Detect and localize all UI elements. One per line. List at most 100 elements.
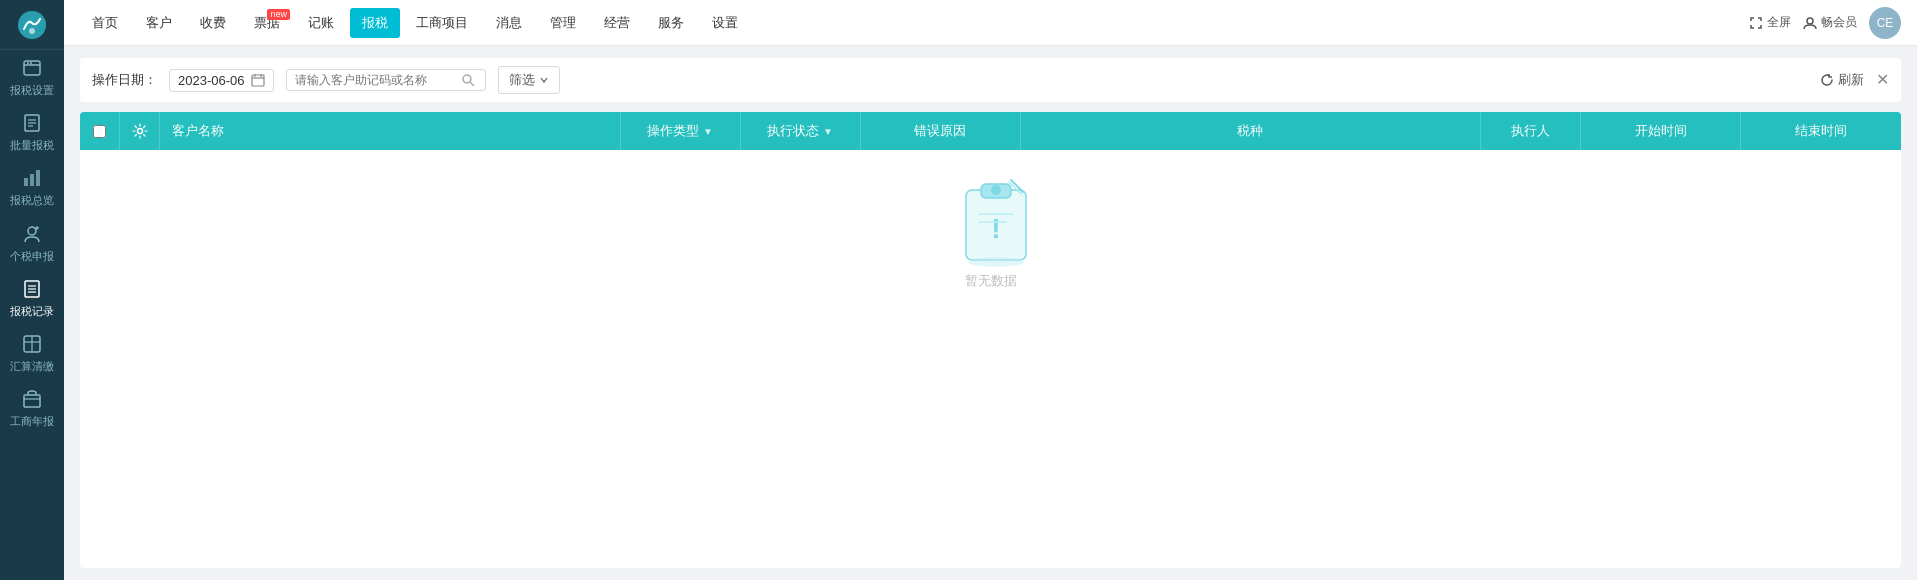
baoshui-shezhi-icon (22, 58, 42, 81)
main-area: 首页 客户 收费 票据 new 记账 报税 工商项目 消息 管理 经营 服务 设… (64, 0, 1917, 580)
op-type-sort-icon: ▼ (703, 126, 713, 137)
sidebar-item-baoshui-jilu[interactable]: 报税记录 (0, 271, 64, 326)
member-button[interactable]: 畅会员 (1803, 14, 1857, 31)
sidebar: 报税设置 批量报税 报税总览 (0, 0, 64, 580)
date-value: 2023-06-06 (178, 73, 245, 88)
sidebar-item-baoshui-zonlan[interactable]: 报税总览 (0, 160, 64, 215)
nav-item-homepage[interactable]: 首页 (80, 8, 130, 38)
sidebar-item-piliang-baoshui[interactable]: 批量报税 (0, 105, 64, 160)
svg-rect-10 (24, 178, 28, 186)
baoshui-zonlan-icon (22, 168, 42, 191)
gongshang-nianbao-icon (22, 389, 42, 412)
th-op-type: 操作类型 ▼ (621, 112, 741, 150)
content-area: 操作日期： 2023-06-06 (64, 46, 1917, 580)
svg-rect-26 (252, 75, 264, 86)
nav-item-settings[interactable]: 设置 (700, 8, 750, 38)
piliang-baoshui-icon (22, 113, 42, 136)
date-input[interactable]: 2023-06-06 (169, 69, 274, 92)
date-label: 操作日期： (92, 71, 157, 89)
svg-text:!: ! (991, 213, 1000, 244)
sidebar-item-label: 报税总览 (10, 194, 54, 207)
baoshui-jilu-icon (22, 279, 42, 302)
fullscreen-label: 全屏 (1767, 14, 1791, 31)
svg-point-25 (1807, 18, 1813, 24)
svg-point-32 (137, 129, 142, 134)
empty-text: 暂无数据 (965, 272, 1017, 290)
search-icon (461, 73, 475, 87)
fullscreen-button[interactable]: 全屏 (1749, 14, 1791, 31)
table-container: 客户名称 操作类型 ▼ 执行状态 ▼ 错误原因 税种 执行人 开始时间 结束时间 (80, 112, 1901, 568)
sidebar-item-label: 汇算清缴 (10, 360, 54, 373)
svg-rect-23 (24, 395, 40, 407)
th-executor: 执行人 (1481, 112, 1581, 150)
sidebar-item-label: 批量报税 (10, 139, 54, 152)
huisuan-jiaona-icon (22, 334, 42, 357)
table-header: 客户名称 操作类型 ▼ 执行状态 ▼ 错误原因 税种 执行人 开始时间 结束时间 (80, 112, 1901, 150)
select-all-checkbox[interactable] (93, 125, 106, 138)
th-settings (120, 112, 160, 150)
calendar-icon (251, 73, 265, 87)
nav-item-bizprojects[interactable]: 工商项目 (404, 8, 480, 38)
svg-point-30 (463, 75, 471, 83)
svg-point-0 (18, 11, 46, 39)
th-exec-status: 执行状态 ▼ (741, 112, 861, 150)
nav-item-messages[interactable]: 消息 (484, 8, 534, 38)
table-scroll[interactable]: ! 暂无数据 (80, 150, 1901, 568)
search-box (286, 69, 486, 91)
close-button[interactable]: ✕ (1876, 72, 1889, 88)
svg-rect-2 (24, 61, 40, 75)
settings-icon (132, 123, 148, 139)
th-checkbox[interactable] (80, 112, 120, 150)
member-label: 畅会员 (1821, 14, 1857, 31)
svg-point-5 (30, 62, 32, 64)
th-end-time: 结束时间 (1741, 112, 1901, 150)
empty-state: ! 暂无数据 (80, 150, 1901, 310)
page-content: 操作日期： 2023-06-06 (64, 46, 1917, 580)
search-input[interactable] (295, 73, 455, 87)
exec-status-sort-icon: ▼ (823, 126, 833, 137)
toolbar: 操作日期： 2023-06-06 (80, 58, 1901, 102)
new-badge: new (267, 9, 290, 20)
sidebar-item-label: 报税设置 (10, 84, 54, 97)
th-client-name: 客户名称 (160, 112, 621, 150)
sidebar-item-baoshui-shezhi[interactable]: 报税设置 (0, 50, 64, 105)
empty-illustration: ! (951, 170, 1031, 260)
svg-point-13 (28, 227, 36, 235)
th-tax-type: 税种 (1021, 112, 1482, 150)
svg-point-41 (968, 257, 1024, 267)
sidebar-item-gongshang-nianbao[interactable]: 工商年报 (0, 381, 64, 436)
sidebar-item-geshuishenbao[interactable]: 个税申报 (0, 216, 64, 271)
th-start-time: 开始时间 (1581, 112, 1741, 150)
refresh-button[interactable]: 刷新 (1820, 71, 1864, 89)
refresh-label: 刷新 (1838, 71, 1864, 89)
sidebar-logo (0, 0, 64, 50)
nav-item-invoicing[interactable]: 收费 (188, 8, 238, 38)
nav-item-operations[interactable]: 经营 (592, 8, 642, 38)
nav-right: 全屏 畅会员 CE (1749, 7, 1901, 39)
svg-line-31 (470, 82, 474, 86)
geshuishenbao-icon (22, 224, 42, 247)
svg-rect-11 (30, 174, 34, 186)
filter-label: 筛选 (509, 71, 535, 89)
nav-item-accounting[interactable]: 记账 (296, 8, 346, 38)
sidebar-item-label: 报税记录 (10, 305, 54, 318)
svg-point-1 (29, 28, 35, 34)
sidebar-item-label: 个税申报 (10, 250, 54, 263)
avatar[interactable]: CE (1869, 7, 1901, 39)
svg-rect-12 (36, 170, 40, 186)
chevron-down-icon (539, 75, 549, 85)
svg-point-4 (27, 62, 29, 64)
nav-item-management[interactable]: 管理 (538, 8, 588, 38)
nav-item-customers[interactable]: 客户 (134, 8, 184, 38)
svg-point-35 (991, 185, 1001, 195)
th-error-reason: 错误原因 (861, 112, 1021, 150)
refresh-icon (1820, 73, 1834, 87)
filter-button[interactable]: 筛选 (498, 66, 560, 94)
nav-item-tax[interactable]: 报税 (350, 8, 400, 38)
nav-item-services[interactable]: 服务 (646, 8, 696, 38)
sidebar-item-huisuan-jiaona[interactable]: 汇算清缴 (0, 326, 64, 381)
nav-item-tickets[interactable]: 票据 new (242, 8, 292, 38)
nav-items: 首页 客户 收费 票据 new 记账 报税 工商项目 消息 管理 经营 服务 设… (80, 8, 1749, 38)
top-nav: 首页 客户 收费 票据 new 记账 报税 工商项目 消息 管理 经营 服务 设… (64, 0, 1917, 46)
sidebar-item-label: 工商年报 (10, 415, 54, 428)
